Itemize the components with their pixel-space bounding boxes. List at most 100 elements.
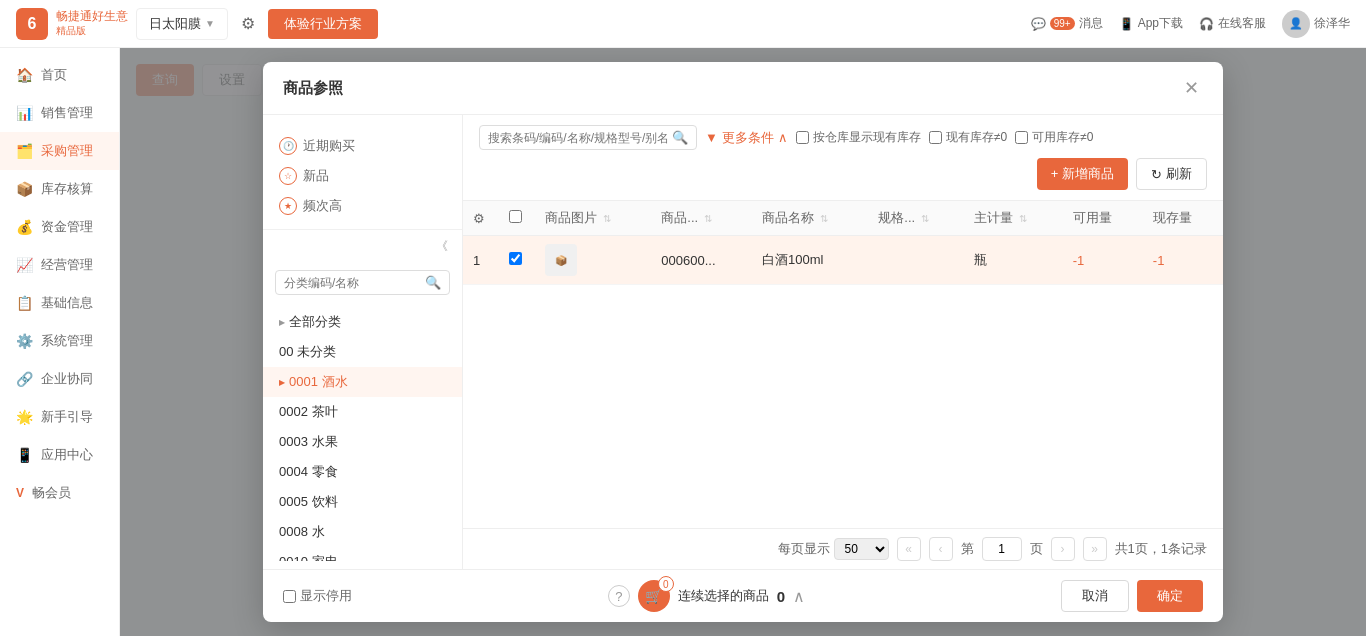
modal-close-button[interactable]: ✕ [1179, 76, 1203, 100]
category-search-box[interactable]: 🔍 [275, 270, 450, 295]
category-0003[interactable]: 0003 水果 [263, 427, 462, 457]
sidebar-item-sales[interactable]: 📊 销售管理 [0, 94, 119, 132]
online-service-item[interactable]: 🎧 在线客服 [1199, 15, 1266, 32]
trial-button[interactable]: 体验行业方案 [268, 9, 378, 39]
category-search-input[interactable] [284, 276, 421, 290]
product-search-bar[interactable]: 🔍 [479, 125, 697, 150]
col-unit[interactable]: 主计量 ⇅ [964, 201, 1063, 236]
quick-link-frequent[interactable]: ★ 频次高 [263, 191, 462, 221]
pagination: 每页显示 50 20 100 « ‹ 第 页 [463, 528, 1223, 569]
footer-collapse-button[interactable]: ∧ [793, 587, 805, 606]
logo-text: 畅捷通好生意 [56, 9, 128, 23]
sidebar-item-member[interactable]: V 畅会员 [0, 474, 119, 512]
category-0005[interactable]: 0005 饮料 [263, 487, 462, 517]
sidebar-item-home[interactable]: 🏠 首页 [0, 56, 119, 94]
col-image[interactable]: 商品图片 ⇅ [535, 201, 651, 236]
checkbox-warehouse[interactable]: 按仓库显示现有库存 [796, 129, 921, 146]
col-name[interactable]: 商品名称 ⇅ [752, 201, 868, 236]
col-settings[interactable]: ⚙ [463, 201, 499, 236]
cancel-button[interactable]: 取消 [1061, 580, 1129, 612]
page-input[interactable] [982, 537, 1022, 561]
cart-icon: 🛒 [645, 588, 662, 604]
stock-ne0-checkbox[interactable] [929, 131, 942, 144]
category-all[interactable]: ▶ 全部分类 [263, 307, 462, 337]
guide-icon: 🌟 [16, 409, 33, 425]
table-row[interactable]: 1 📦 [463, 236, 1223, 285]
sidebar-item-label: 首页 [41, 66, 67, 84]
svg-text:📦: 📦 [555, 254, 568, 267]
sidebar-item-basic-info[interactable]: 📋 基础信息 [0, 284, 119, 322]
category-0008[interactable]: 0008 水 [263, 517, 462, 547]
modal-right-panel: 🔍 ▼ 更多条件 ∧ 按仓库显示现有库存 [463, 115, 1223, 569]
category-0001[interactable]: ▶ 0001 酒水 [263, 367, 462, 397]
col-spec[interactable]: 规格... ⇅ [868, 201, 964, 236]
user-item[interactable]: 👤 徐泽华 [1282, 10, 1350, 38]
filter-button[interactable]: ▼ 更多条件 ∧ [705, 129, 788, 147]
first-page-button[interactable]: « [897, 537, 921, 561]
prev-page-button[interactable]: ‹ [929, 537, 953, 561]
help-icon[interactable]: ? [608, 585, 630, 607]
col-code[interactable]: 商品... ⇅ [651, 201, 752, 236]
refresh-button[interactable]: ↻ 刷新 [1136, 158, 1207, 190]
modal-left-panel: 🕐 近期购买 ☆ 新品 ★ 频次高 [263, 115, 463, 569]
category-00[interactable]: 00 未分类 [263, 337, 462, 367]
filter-label: 更多条件 [722, 129, 774, 147]
page-size-select[interactable]: 50 20 100 [834, 538, 889, 560]
message-item[interactable]: 💬 99 消息 [1031, 15, 1103, 32]
next-page-button[interactable]: › [1051, 537, 1075, 561]
top-header: 6 畅捷通好生意 精品版 日太阳膜 ▼ ⚙ 体验行业方案 💬 99 消息 📱 A… [0, 0, 1366, 48]
category-label: 全部分类 [289, 313, 341, 331]
category-label: 0003 水果 [279, 433, 338, 451]
modal-header: 商品参照 ✕ [263, 62, 1223, 115]
sidebar-item-business[interactable]: 📈 经营管理 [0, 246, 119, 284]
col-unit-label: 主计量 [974, 210, 1013, 225]
row-checkbox[interactable] [509, 252, 522, 265]
nav-dropdown[interactable]: 日太阳膜 ▼ [136, 8, 228, 40]
warehouse-checkbox[interactable] [796, 131, 809, 144]
filter-icon: ▼ [705, 130, 718, 145]
sidebar-item-purchase[interactable]: 🗂️ 采购管理 [0, 132, 119, 170]
headset-icon: 🎧 [1199, 17, 1214, 31]
show-disabled-area[interactable]: 显示停用 [283, 587, 352, 605]
purchase-icon: 🗂️ [16, 143, 33, 159]
star-icon: ★ [279, 197, 297, 215]
online-service-label: 在线客服 [1218, 15, 1266, 32]
available-ne0-label: 可用库存≠0 [1032, 129, 1093, 146]
sidebar-item-app-center[interactable]: 📱 应用中心 [0, 436, 119, 474]
col-available: 可用量 [1063, 201, 1143, 236]
cell-seq: 1 [463, 236, 499, 285]
app-download-item[interactable]: 📱 App下载 [1119, 15, 1183, 32]
select-all-checkbox[interactable] [509, 210, 522, 223]
collapse-button[interactable]: 《 [430, 234, 454, 258]
confirm-button[interactable]: 确定 [1137, 580, 1203, 612]
category-0010[interactable]: 0010 家电 [263, 547, 462, 561]
sidebar-item-enterprise[interactable]: 🔗 企业协同 [0, 360, 119, 398]
product-search-input[interactable] [488, 131, 668, 145]
checkbox-stock-ne0[interactable]: 现有库存≠0 [929, 129, 1007, 146]
category-0004[interactable]: 0004 零食 [263, 457, 462, 487]
show-disabled-checkbox[interactable] [283, 590, 296, 603]
sort-icon: ⇅ [820, 213, 828, 224]
add-product-button[interactable]: + 新增商品 [1037, 158, 1128, 190]
sidebar-item-guide[interactable]: 🌟 新手引导 [0, 398, 119, 436]
chevron-down-icon: ▼ [205, 18, 215, 29]
modal-title: 商品参照 [283, 79, 343, 98]
cell-checkbox[interactable] [499, 236, 535, 285]
sidebar-item-system[interactable]: ⚙️ 系统管理 [0, 322, 119, 360]
content-area: 查询 设置 刷新 商品参照 ✕ 🕐 [120, 48, 1366, 636]
message-icon: 💬 [1031, 17, 1046, 31]
cart-count-label: 0 [777, 588, 785, 605]
last-page-button[interactable]: » [1083, 537, 1107, 561]
category-0002[interactable]: 0002 茶叶 [263, 397, 462, 427]
gear-icon[interactable]: ⚙ [232, 8, 264, 40]
available-ne0-checkbox[interactable] [1015, 131, 1028, 144]
sidebar-item-inventory[interactable]: 📦 库存核算 [0, 170, 119, 208]
sidebar-item-finance[interactable]: 💰 资金管理 [0, 208, 119, 246]
refresh-label: 刷新 [1166, 165, 1192, 183]
sort-icon: ⇅ [603, 213, 611, 224]
quick-link-new[interactable]: ☆ 新品 [263, 161, 462, 191]
checkbox-available-ne0[interactable]: 可用库存≠0 [1015, 129, 1093, 146]
quick-link-recent[interactable]: 🕐 近期购买 [263, 131, 462, 161]
page-size-selector: 每页显示 50 20 100 [778, 538, 889, 560]
cart-button[interactable]: 🛒 0 [638, 580, 670, 612]
